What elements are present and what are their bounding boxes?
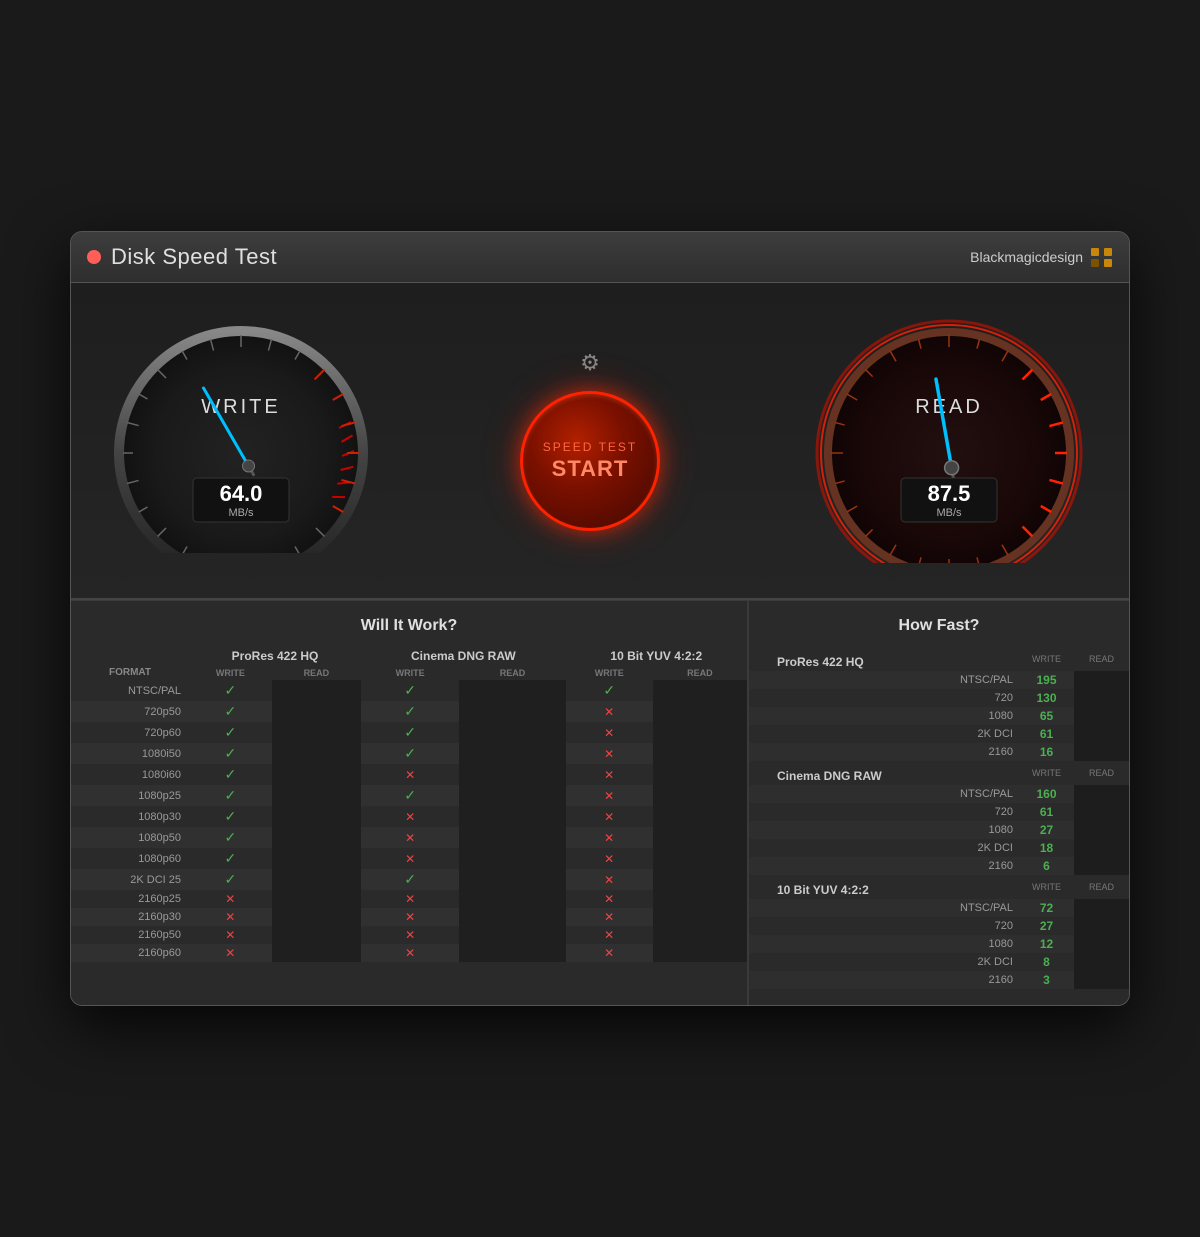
brand-logo: Blackmagicdesign <box>970 248 1113 267</box>
fast-group-header: ProRes 422 HQWRITEREAD <box>749 647 1129 671</box>
start-button[interactable]: SPEED TEST START <box>520 391 660 531</box>
start-line1: SPEED TEST <box>543 440 637 454</box>
read-gauge: READ 87.5 MB/s <box>809 313 1089 568</box>
fast-table-row: NTSC/PAL195 <box>749 671 1129 689</box>
fast-table-row: 72027 <box>749 917 1129 935</box>
table-row: 2K DCI 25✓✓✕ <box>71 869 747 890</box>
table-row: 720p60✓✓✕ <box>71 722 747 743</box>
center-area: ⚙ SPEED TEST START <box>520 350 660 531</box>
fast-table-row: 720130 <box>749 689 1129 707</box>
will-it-work-title: Will It Work? <box>71 617 747 635</box>
write-gauge: WRITE 64.0 MB/s <box>111 323 371 558</box>
table-row: 1080i60✓✕✕ <box>71 764 747 785</box>
table-row: 2160p30✕✕✕ <box>71 908 747 926</box>
fast-table-row: 108065 <box>749 707 1129 725</box>
table-row: 1080p25✓✓✕ <box>71 785 747 806</box>
format-label: FORMAT <box>71 665 189 680</box>
brand-name: Blackmagicdesign <box>970 249 1083 265</box>
svg-text:87.5: 87.5 <box>928 481 971 506</box>
how-fast-title: How Fast? <box>749 617 1129 635</box>
fast-table: ProRes 422 HQWRITEREADNTSC/PAL1957201301… <box>749 647 1129 989</box>
tables-section: Will It Work? ProRes 422 HQ Cinema DNG R… <box>71 600 1129 1005</box>
table-row: 1080p60✓✕✕ <box>71 848 747 869</box>
table-row: 2160p25✕✕✕ <box>71 890 747 908</box>
gauges-section: WRITE 64.0 MB/s ⚙ SPEED TEST START <box>71 283 1129 600</box>
fast-table-row: 2K DCI18 <box>749 839 1129 857</box>
title-bar: Disk Speed Test Blackmagicdesign <box>71 232 1129 283</box>
yuv-header: 10 Bit YUV 4:2:2 <box>566 647 747 665</box>
prores-header: ProRes 422 HQ <box>189 647 361 665</box>
dng-header: Cinema DNG RAW <box>361 647 566 665</box>
table-row: NTSC/PAL✓✓✓ <box>71 680 747 701</box>
svg-text:MB/s: MB/s <box>228 507 254 519</box>
svg-text:64.0: 64.0 <box>220 481 263 506</box>
table-row: 1080p30✓✕✕ <box>71 806 747 827</box>
fast-table-row: 2K DCI61 <box>749 725 1129 743</box>
brand-dots-icon <box>1091 248 1113 267</box>
fast-table-row: 21606 <box>749 857 1129 875</box>
fast-table-row: 72061 <box>749 803 1129 821</box>
fast-table-row: NTSC/PAL72 <box>749 899 1129 917</box>
fast-group-header: 10 Bit YUV 4:2:2WRITEREAD <box>749 875 1129 899</box>
fast-table-row: 108027 <box>749 821 1129 839</box>
gear-icon[interactable]: ⚙ <box>580 350 600 376</box>
how-fast-section: How Fast? ProRes 422 HQWRITEREADNTSC/PAL… <box>749 601 1129 1005</box>
will-it-work-section: Will It Work? ProRes 422 HQ Cinema DNG R… <box>71 601 749 1005</box>
table-row: 720p50✓✓✕ <box>71 701 747 722</box>
fast-table-row: 216016 <box>749 743 1129 761</box>
table-row: 1080i50✓✓✕ <box>71 743 747 764</box>
start-line2: START <box>552 456 629 482</box>
work-table: ProRes 422 HQ Cinema DNG RAW 10 Bit YUV … <box>71 647 747 962</box>
fast-table-row: NTSC/PAL160 <box>749 785 1129 803</box>
table-row: 2160p60✕✕✕ <box>71 944 747 962</box>
fast-group-header: Cinema DNG RAWWRITEREAD <box>749 761 1129 785</box>
table-row: 2160p50✕✕✕ <box>71 926 747 944</box>
fast-table-row: 2K DCI8 <box>749 953 1129 971</box>
table-row: 1080p50✓✕✕ <box>71 827 747 848</box>
app-window: Disk Speed Test Blackmagicdesign <box>70 231 1130 1006</box>
app-title: Disk Speed Test <box>111 244 277 270</box>
svg-text:MB/s: MB/s <box>936 507 962 519</box>
fast-table-row: 108012 <box>749 935 1129 953</box>
svg-text:READ: READ <box>915 396 983 418</box>
fast-table-row: 21603 <box>749 971 1129 989</box>
close-button[interactable] <box>87 250 101 264</box>
